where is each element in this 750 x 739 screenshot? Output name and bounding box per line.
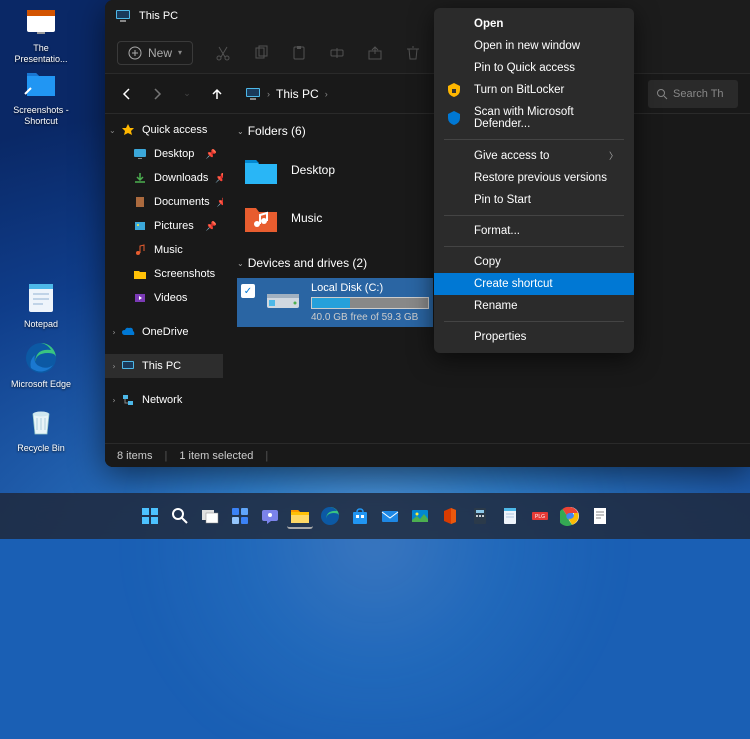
sidebar-item-downloads[interactable]: Downloads📌 (105, 166, 223, 190)
thispc-icon (115, 8, 131, 24)
cloud-icon (121, 325, 135, 339)
thispc-icon (245, 86, 261, 102)
star-icon (121, 123, 135, 137)
new-button[interactable]: New ▾ (117, 41, 193, 65)
tb-calc[interactable] (467, 503, 493, 529)
pictures-icon (133, 219, 147, 233)
nav-up[interactable] (207, 84, 227, 104)
sidebar-item-pictures[interactable]: Pictures📌 (105, 214, 223, 238)
drive-icon (265, 282, 301, 318)
tb-taskview[interactable] (197, 503, 223, 529)
sidebar-network[interactable]: ⌄Network (105, 388, 223, 412)
status-bar: 8 items | 1 item selected | (105, 443, 750, 467)
tb-edge[interactable] (317, 503, 343, 529)
svg-text:PLG: PLG (535, 514, 545, 520)
ctx-restore[interactable]: Restore previous versions (434, 167, 634, 189)
sidebar-onedrive[interactable]: ⌄OneDrive (105, 320, 223, 344)
sidebar-item-desktop[interactable]: Desktop📌 (105, 142, 223, 166)
tb-photos[interactable] (407, 503, 433, 529)
rename-icon[interactable] (329, 45, 345, 61)
ctx-defender[interactable]: Scan with Microsoft Defender... (434, 101, 634, 135)
tb-mail[interactable] (377, 503, 403, 529)
tb-search[interactable] (167, 503, 193, 529)
tb-app-red[interactable]: PLG (527, 503, 553, 529)
tb-notepad[interactable] (497, 503, 523, 529)
tb-start[interactable] (137, 503, 163, 529)
cut-icon[interactable] (215, 45, 231, 61)
explorer-window: This PC New ▾ ⌄ › This PC › Search Th (105, 0, 750, 467)
search-icon (656, 88, 668, 100)
chevron-right-icon: 〉 (609, 149, 618, 162)
thispc-icon (121, 359, 135, 373)
network-icon (121, 393, 135, 407)
search-input[interactable]: Search Th (648, 80, 738, 108)
delete-icon[interactable] (405, 45, 421, 61)
shield-icon (446, 110, 462, 126)
downloads-icon (133, 171, 147, 185)
nav-recent[interactable]: ⌄ (177, 84, 197, 104)
ctx-pin-quick[interactable]: Pin to Quick access (434, 57, 634, 79)
desktop-icon-recyclebin[interactable]: Recycle Bin (10, 404, 72, 454)
drive-localdisk[interactable]: ✓ Local Disk (C:) 40.0 GB free of 59.3 G… (237, 278, 433, 327)
ctx-pin-start[interactable]: Pin to Start (434, 189, 634, 211)
status-items: 8 items (117, 450, 152, 462)
status-selected: 1 item selected (179, 450, 253, 462)
tb-text[interactable] (587, 503, 613, 529)
ctx-properties[interactable]: Properties (434, 326, 634, 348)
sidebar-item-screenshots[interactable]: Screenshots (105, 262, 223, 286)
paste-icon[interactable] (291, 45, 307, 61)
folder-music[interactable]: Music (237, 194, 427, 242)
ctx-give-access[interactable]: Give access to〉 (434, 144, 634, 167)
copy-icon[interactable] (253, 45, 269, 61)
desktop-icon-presentation[interactable]: The Presentatio... (10, 4, 72, 65)
ctx-create-shortcut[interactable]: Create shortcut (434, 273, 634, 295)
sidebar-quickaccess[interactable]: ⌄Quick access (105, 118, 223, 142)
music-icon (133, 243, 147, 257)
tb-chrome[interactable] (557, 503, 583, 529)
address-bar: ⌄ › This PC › Search Th (105, 74, 750, 114)
tb-explorer[interactable] (287, 503, 313, 529)
folder-icon (133, 267, 147, 281)
desktop-icon-notepad[interactable]: Notepad (10, 280, 72, 330)
desktop-icon-edge[interactable]: Microsoft Edge (10, 340, 72, 390)
titlebar[interactable]: This PC (105, 0, 750, 32)
sidebar-item-documents[interactable]: Documents📌 (105, 190, 223, 214)
sidebar-item-music[interactable]: Music (105, 238, 223, 262)
desktop-icon (133, 147, 147, 161)
ctx-open[interactable]: Open (434, 13, 634, 35)
nav-forward[interactable] (147, 84, 167, 104)
documents-icon (133, 195, 147, 209)
tb-widgets[interactable] (227, 503, 253, 529)
taskbar: PLG (0, 493, 750, 539)
nav-back[interactable] (117, 84, 137, 104)
ctx-bitlocker[interactable]: Turn on BitLocker (434, 79, 634, 101)
ctx-open-new-window[interactable]: Open in new window (434, 35, 634, 57)
ctx-format[interactable]: Format... (434, 220, 634, 242)
toolbar: New ▾ (105, 32, 750, 74)
desktop-icon-screenshots[interactable]: Screenshots - Shortcut (10, 66, 72, 127)
tb-office[interactable] (437, 503, 463, 529)
videos-icon (133, 291, 147, 305)
tb-chat[interactable] (257, 503, 283, 529)
tb-store[interactable] (347, 503, 373, 529)
title-text: This PC (139, 10, 178, 22)
sidebar-item-videos[interactable]: Videos (105, 286, 223, 310)
sidebar: ⌄Quick access Desktop📌 Downloads📌 Docume… (105, 114, 223, 467)
share-icon[interactable] (367, 45, 383, 61)
ctx-copy[interactable]: Copy (434, 251, 634, 273)
ctx-rename[interactable]: Rename (434, 295, 634, 317)
sidebar-thispc[interactable]: ⌄This PC (105, 354, 223, 378)
drive-checkbox[interactable]: ✓ (241, 284, 255, 298)
folder-desktop[interactable]: Desktop (237, 146, 427, 194)
context-menu: Open Open in new window Pin to Quick acc… (434, 8, 634, 353)
bitlocker-icon (446, 82, 462, 98)
